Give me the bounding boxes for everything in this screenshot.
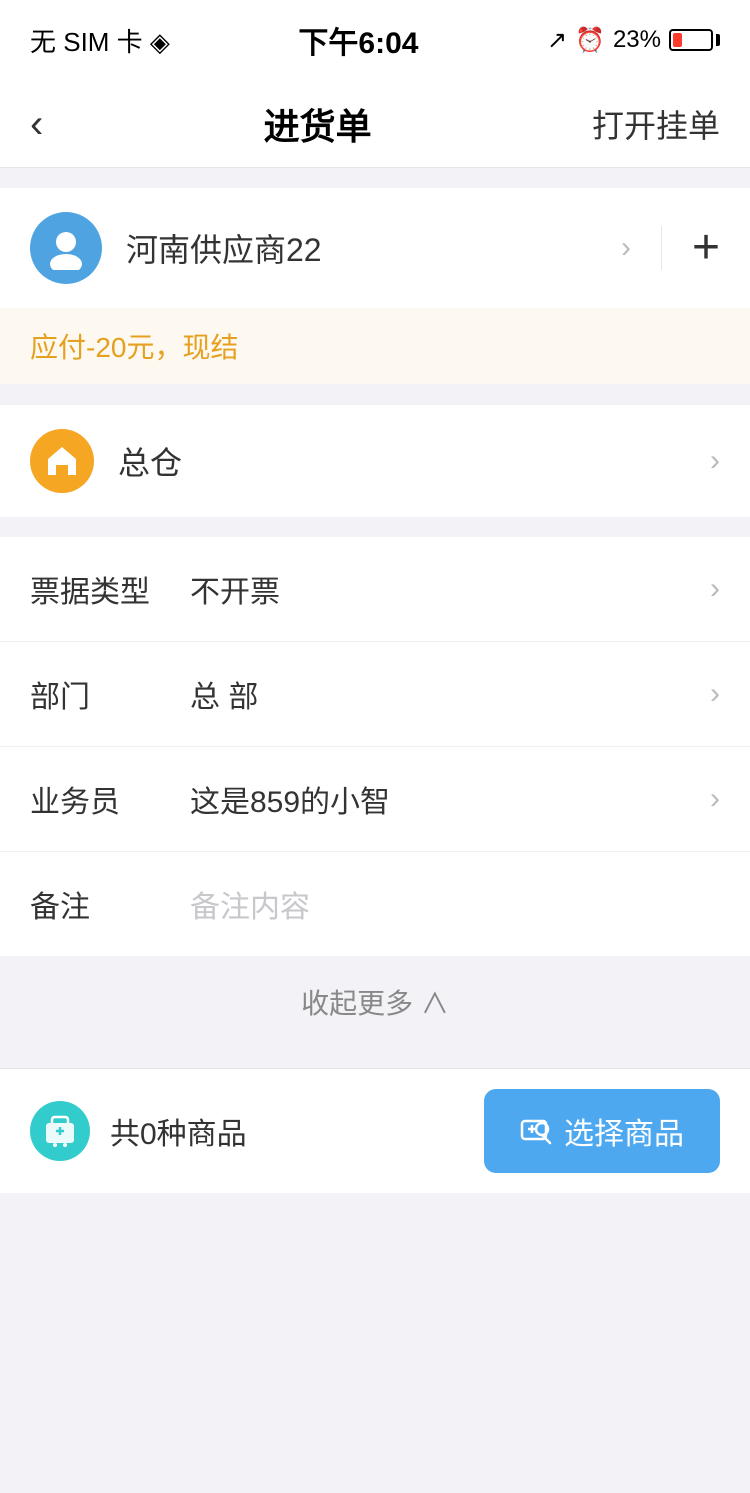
remark-value[interactable]: 备注内容	[190, 882, 720, 926]
nav-bar: ‹ 进货单 打开挂单	[0, 80, 750, 168]
department-value: 总 部	[190, 672, 710, 716]
collapse-text: 收起更多 ∧	[301, 982, 449, 1022]
product-count-text: 共0种商品	[110, 1109, 247, 1153]
back-button[interactable]: ‹	[30, 104, 43, 144]
notice-text: 应付-20元，现结	[30, 332, 238, 363]
house-icon	[44, 443, 80, 479]
notice-banner: 应付-20元，现结	[0, 308, 750, 384]
ticket-type-value: 不开票	[190, 567, 710, 611]
alarm-icon: ⏰	[575, 26, 605, 55]
location-icon: ↗	[547, 26, 567, 55]
salesperson-label: 业务员	[30, 777, 170, 821]
department-chevron-icon: ›	[710, 677, 720, 711]
section-gap-1	[0, 168, 750, 188]
ticket-type-label: 票据类型	[30, 567, 170, 611]
warehouse-row[interactable]: 总仓 ›	[0, 404, 750, 517]
section-gap-2	[0, 384, 750, 404]
add-supplier-button[interactable]: +	[692, 224, 720, 272]
person-icon	[44, 226, 88, 270]
status-signal: 无 SIM 卡 ◈	[30, 22, 170, 59]
page-title: 进货单	[264, 98, 372, 150]
select-product-label: 选择商品	[564, 1109, 684, 1153]
remark-row[interactable]: 备注 备注内容	[0, 851, 750, 956]
salesperson-value: 这是859的小智	[190, 777, 710, 821]
supplier-chevron-icon: ›	[621, 231, 631, 265]
ticket-type-chevron-icon: ›	[710, 572, 720, 606]
supplier-name[interactable]: 河南供应商22	[126, 225, 621, 271]
product-icon	[30, 1101, 90, 1161]
select-product-button[interactable]: 选择商品	[484, 1089, 720, 1173]
vertical-divider	[661, 226, 662, 270]
status-right-area: ↗ ⏰ 23%	[547, 26, 720, 55]
battery-icon	[669, 29, 720, 51]
bottom-bar: 共0种商品 选择商品	[0, 1068, 750, 1193]
warehouse-name: 总仓	[118, 438, 710, 484]
remark-label: 备注	[30, 882, 170, 926]
product-count-area: 共0种商品	[30, 1101, 247, 1161]
section-gap-4	[0, 1048, 750, 1068]
supplier-card: 河南供应商22 › + 应付-20元，现结	[0, 188, 750, 384]
warehouse-card: 总仓 ›	[0, 404, 750, 517]
open-pending-button[interactable]: 打开挂单	[592, 101, 720, 147]
cart-icon	[42, 1113, 78, 1149]
page-background	[0, 1193, 750, 1493]
salesperson-chevron-icon: ›	[710, 782, 720, 816]
salesperson-row[interactable]: 业务员 这是859的小智 ›	[0, 746, 750, 851]
status-bar: 无 SIM 卡 ◈ 下午6:04 ↗ ⏰ 23%	[0, 0, 750, 80]
battery-percent: 23%	[613, 26, 661, 54]
supplier-avatar	[30, 212, 102, 284]
status-time: 下午6:04	[298, 18, 418, 62]
department-label: 部门	[30, 672, 170, 716]
form-card: 票据类型 不开票 › 部门 总 部 › 业务员 这是859的小智 › 备注 备注…	[0, 537, 750, 956]
department-row[interactable]: 部门 总 部 ›	[0, 641, 750, 746]
select-product-icon	[520, 1115, 552, 1147]
supplier-actions: › +	[621, 224, 720, 272]
collapse-row[interactable]: 收起更多 ∧	[0, 956, 750, 1048]
section-gap-3	[0, 517, 750, 537]
ticket-type-row[interactable]: 票据类型 不开票 ›	[0, 537, 750, 641]
warehouse-chevron-icon: ›	[710, 444, 720, 478]
supplier-row: 河南供应商22 › +	[0, 188, 750, 308]
warehouse-icon	[30, 429, 94, 493]
